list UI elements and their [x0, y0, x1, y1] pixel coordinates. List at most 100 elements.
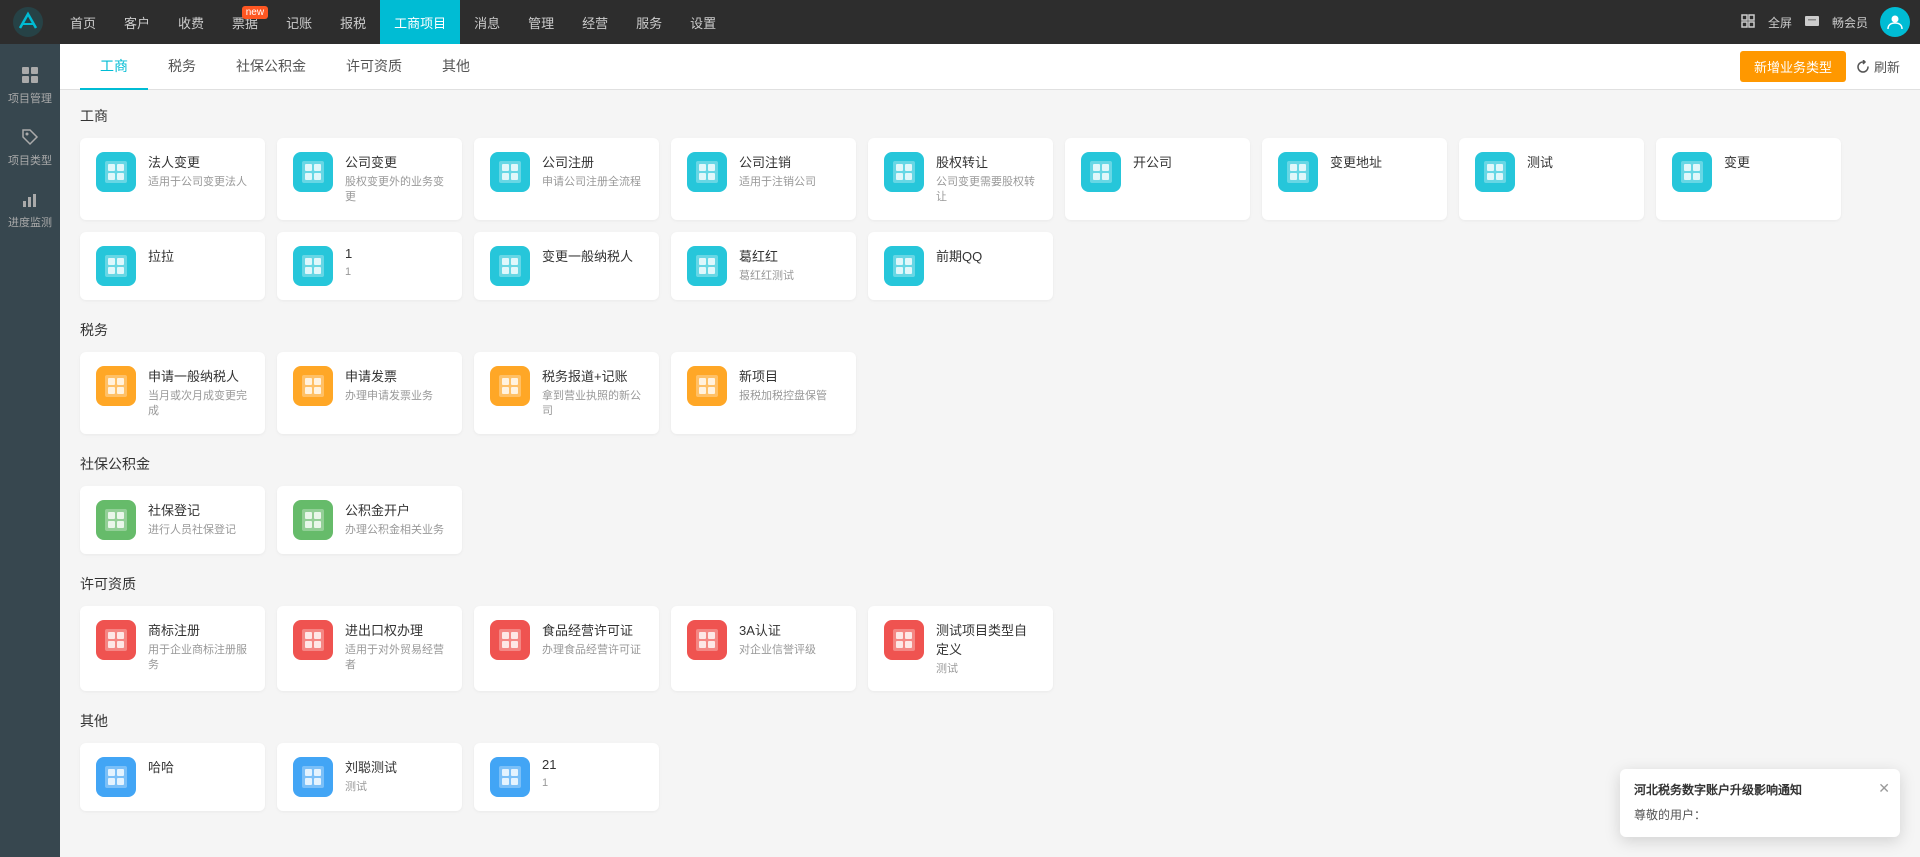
card-gongshang-2[interactable]: 公司注册申请公司注册全流程	[474, 138, 659, 220]
fullscreen-label[interactable]: 全屏	[1768, 14, 1792, 31]
card-desc: 公司变更需要股权转让	[936, 175, 1037, 206]
card-gongshang-3[interactable]: 公司注销适用于注销公司	[671, 138, 856, 220]
nav-billing[interactable]: 收费	[164, 0, 218, 44]
tab-gongshang[interactable]: 工商	[80, 44, 148, 90]
card-xuke-3[interactable]: 3A认证对企业信誉评级	[671, 606, 856, 691]
card-xuke-1[interactable]: 进出口权办理适用于对外贸易经营者	[277, 606, 462, 691]
card-gongshang-1[interactable]: 公司变更股权变更外的业务变更	[277, 138, 462, 220]
card-icon	[687, 366, 727, 406]
sidebar-item-progress[interactable]: 进度监测	[0, 178, 60, 240]
nav-right: 全屏 畅会员	[1740, 7, 1910, 37]
card-name: 公司变更	[345, 152, 446, 171]
xuke-cards: 商标注册用于企业商标注册服务 进出口权办理适用于对外贸易经营者 食品经营许可证办…	[80, 606, 1900, 691]
card-shuiwu-1[interactable]: 申请发票办理申请发票业务	[277, 352, 462, 434]
card-icon	[293, 620, 333, 660]
content-area: 工商 法人变更适用于公司变更法人 公司变更股权变更外的业务变更 公司注册申请公司…	[60, 90, 1920, 847]
card-gongshang-13[interactable]: 前期QQ	[868, 232, 1053, 300]
xuke-section: 许可资质 商标注册用于企业商标注册服务 进出口权办理适用于对外贸易经营者 食品经…	[80, 574, 1900, 691]
card-icon	[687, 246, 727, 286]
top-navigation: 首页 客户 收费 票据 new 记账 报税 工商项目 消息 管理 经营 服务 设…	[0, 0, 1920, 44]
app-logo[interactable]	[10, 4, 46, 40]
notification-content: 尊敬的用户：	[1634, 806, 1886, 825]
nav-service[interactable]: 服务	[622, 0, 676, 44]
card-xuke-0[interactable]: 商标注册用于企业商标注册服务	[80, 606, 265, 691]
refresh-button[interactable]: 刷新	[1856, 57, 1900, 76]
card-desc: 1	[345, 265, 446, 280]
gongshang-title: 工商	[80, 106, 1900, 126]
card-shebao-1[interactable]: 公积金开户办理公积金相关业务	[277, 486, 462, 554]
member-label[interactable]: 畅会员	[1832, 14, 1868, 31]
card-name: 3A认证	[739, 620, 840, 639]
new-badge: new	[242, 6, 268, 19]
card-shebao-0[interactable]: 社保登记进行人员社保登记	[80, 486, 265, 554]
nav-home[interactable]: 首页	[56, 0, 110, 44]
card-desc: 当月或次月成变更完成	[148, 389, 249, 420]
card-gongshang-5[interactable]: 开公司	[1065, 138, 1250, 220]
card-desc: 进行人员社保登记	[148, 523, 249, 538]
card-gongshang-0[interactable]: 法人变更适用于公司变更法人	[80, 138, 265, 220]
card-desc: 葛红红测试	[739, 269, 840, 284]
sidebar-label-project-management: 项目管理	[8, 90, 52, 106]
sub-tabs-actions: 新增业务类型 刷新	[1740, 51, 1900, 82]
nav-tickets[interactable]: 票据 new	[218, 0, 272, 44]
card-name: 食品经营许可证	[542, 620, 643, 639]
nav-bookkeeping[interactable]: 记账	[272, 0, 326, 44]
card-qita-0[interactable]: 哈哈	[80, 743, 265, 811]
card-icon	[490, 246, 530, 286]
card-icon	[490, 366, 530, 406]
new-type-button[interactable]: 新增业务类型	[1740, 51, 1846, 82]
nav-settings[interactable]: 设置	[676, 0, 730, 44]
tab-xuke[interactable]: 许可资质	[326, 44, 422, 90]
card-name: 测试项目类型自定义	[936, 620, 1037, 658]
card-gongshang-12[interactable]: 葛红红葛红红测试	[671, 232, 856, 300]
card-name: 法人变更	[148, 152, 249, 171]
card-desc: 办理公积金相关业务	[345, 523, 446, 538]
card-name: 新项目	[739, 366, 840, 385]
card-gongshang-7[interactable]: 测试	[1459, 138, 1644, 220]
card-desc: 股权变更外的业务变更	[345, 175, 446, 206]
card-qita-1[interactable]: 刘聪测试测试	[277, 743, 462, 811]
nav-management[interactable]: 管理	[514, 0, 568, 44]
card-gongshang-6[interactable]: 变更地址	[1262, 138, 1447, 220]
tab-shuiwu[interactable]: 税务	[148, 44, 216, 90]
card-desc: 适用于公司变更法人	[148, 175, 249, 190]
card-gongshang-4[interactable]: 股权转让公司变更需要股权转让	[868, 138, 1053, 220]
card-gongshang-11[interactable]: 变更一般纳税人	[474, 232, 659, 300]
sidebar-item-project-type[interactable]: 项目类型	[0, 116, 60, 178]
card-desc: 1	[542, 776, 643, 791]
notification-close[interactable]: ✕	[1878, 777, 1890, 799]
card-icon	[293, 366, 333, 406]
member-icon	[1804, 13, 1820, 32]
tab-shebao[interactable]: 社保公积金	[216, 44, 326, 90]
nav-operations[interactable]: 经营	[568, 0, 622, 44]
card-name: 公司注册	[542, 152, 643, 171]
card-qita-2[interactable]: 211	[474, 743, 659, 811]
nav-messages[interactable]: 消息	[460, 0, 514, 44]
nav-business[interactable]: 工商项目	[380, 0, 460, 44]
card-desc: 办理食品经营许可证	[542, 643, 643, 658]
card-shuiwu-3[interactable]: 新项目报税加税控盘保管	[671, 352, 856, 434]
card-name: 刘聪测试	[345, 757, 446, 776]
user-avatar[interactable]	[1880, 7, 1910, 37]
card-xuke-2[interactable]: 食品经营许可证办理食品经营许可证	[474, 606, 659, 691]
card-xuke-4[interactable]: 测试项目类型自定义测试	[868, 606, 1053, 691]
card-gongshang-8[interactable]: 变更	[1656, 138, 1841, 220]
tab-qita[interactable]: 其他	[422, 44, 490, 90]
nav-tax[interactable]: 报税	[326, 0, 380, 44]
tag-icon	[19, 126, 41, 148]
card-shuiwu-2[interactable]: 税务报道+记账拿到营业执照的新公司	[474, 352, 659, 434]
main-area: 工商 税务 社保公积金 许可资质 其他 新增业务类型 刷新 工商 法人变更适用于…	[60, 44, 1920, 857]
card-name: 变更	[1724, 152, 1825, 171]
notification-title: 河北税务数字账户升级影响通知	[1634, 781, 1886, 800]
card-icon	[96, 366, 136, 406]
card-desc: 对企业信誉评级	[739, 643, 840, 658]
sidebar-item-project-management[interactable]: 项目管理	[0, 54, 60, 116]
card-desc: 适用于对外贸易经营者	[345, 643, 446, 674]
fullscreen-btn[interactable]	[1740, 13, 1756, 32]
card-desc: 适用于注销公司	[739, 175, 840, 190]
card-gongshang-9[interactable]: 拉拉	[80, 232, 265, 300]
card-gongshang-10[interactable]: 11	[277, 232, 462, 300]
nav-customers[interactable]: 客户	[110, 0, 164, 44]
shuiwu-section: 税务 申请一般纳税人当月或次月成变更完成 申请发票办理申请发票业务 税务报道+记…	[80, 320, 1900, 434]
card-shuiwu-0[interactable]: 申请一般纳税人当月或次月成变更完成	[80, 352, 265, 434]
